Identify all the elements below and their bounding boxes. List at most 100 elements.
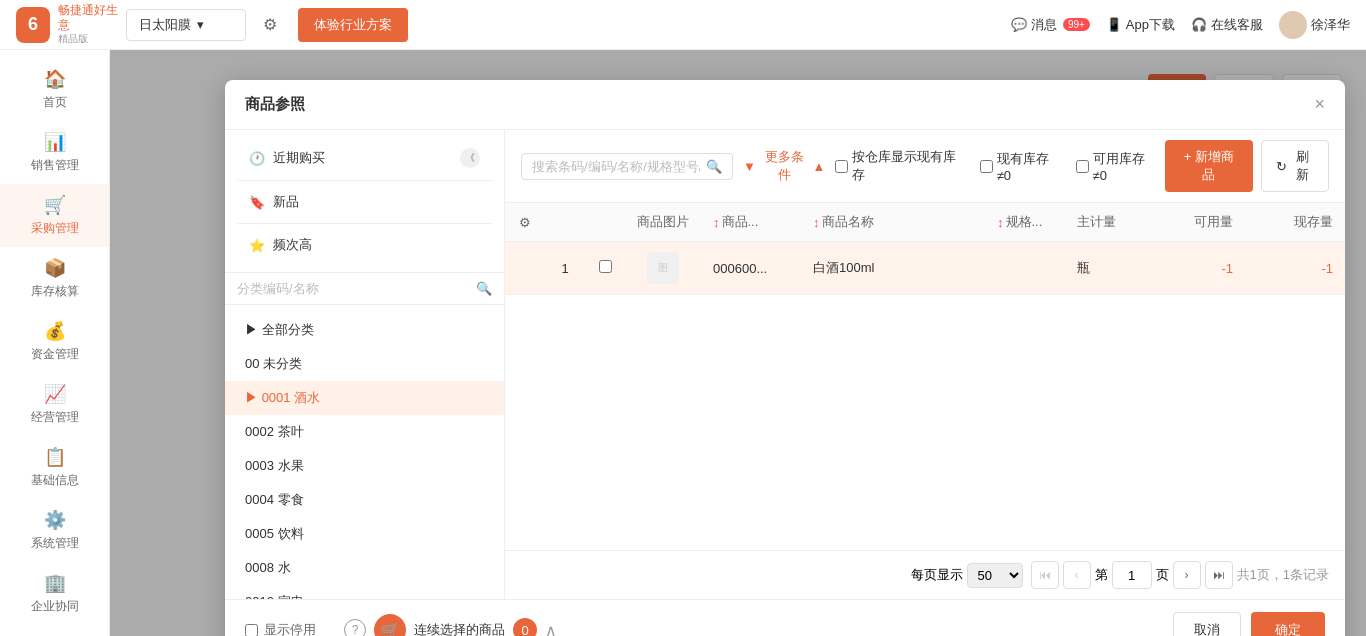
table-row[interactable]: 1 图 000600... 白酒100ml 瓶 -1 -1 — [505, 242, 1345, 295]
sidebar-item-sales[interactable]: 📊 销售管理 — [0, 121, 109, 184]
refresh-product-btn[interactable]: ↻ 刷新 — [1261, 140, 1329, 192]
online-service-btn[interactable]: 🎧 在线客服 — [1191, 16, 1263, 34]
category-search-icon[interactable]: 🔍 — [476, 281, 492, 296]
product-toolbar: 🔍 ▼ 更多条件 ▲ 按仓库显示现有库存 — [505, 130, 1345, 203]
category-item-0002[interactable]: 0002 茶叶 — [225, 415, 504, 449]
modal-footer: 显示停用 ? 🛒 连续选择的商品 0 ∧ 取消 确定 — [225, 599, 1345, 636]
user-avatar[interactable]: 徐泽华 — [1279, 11, 1350, 39]
operations-icon: 📈 — [44, 383, 66, 405]
product-search-icon[interactable]: 🔍 — [706, 159, 722, 174]
col-img-header: 商品图片 — [625, 203, 701, 242]
last-page-btn[interactable]: ⏭ — [1205, 561, 1233, 589]
quick-nav-new[interactable]: 🔖 新品 — [237, 185, 492, 219]
sidebar-item-home[interactable]: 🏠 首页 — [0, 58, 109, 121]
page-size-dropdown[interactable]: 50 100 200 — [967, 563, 1023, 588]
checkbox-avail-neq0-input[interactable] — [1076, 160, 1089, 173]
row-num: 1 — [545, 242, 585, 295]
col-unit-header: 主计量 — [1065, 203, 1145, 242]
footer-left: 显示停用 ? 🛒 连续选择的商品 0 ∧ — [245, 614, 557, 636]
category-item-0008[interactable]: 0008 水 — [225, 551, 504, 585]
checkbox-by-warehouse[interactable]: 按仓库显示现有库存 — [835, 148, 963, 184]
row-code: 000600... — [701, 242, 801, 295]
checkbox-by-warehouse-input[interactable] — [835, 160, 848, 173]
sidebar-item-enterprise[interactable]: 🏢 企业协同 — [0, 562, 109, 625]
col-num-header — [545, 203, 585, 242]
footer-cart: ? 🛒 连续选择的商品 0 ∧ — [344, 614, 557, 636]
col-settings-header[interactable]: ⚙ — [505, 203, 545, 242]
logo-icon: 6 — [16, 7, 50, 43]
col-stock-header: 现存量 — [1245, 203, 1345, 242]
first-page-btn[interactable]: ⏮ — [1031, 561, 1059, 589]
toolbar-right: + 新增商品 ↻ 刷新 — [1165, 140, 1329, 192]
checkbox-stock-neq0-input[interactable] — [980, 160, 993, 173]
confirm-btn[interactable]: 确定 — [1251, 612, 1325, 636]
cancel-btn[interactable]: 取消 — [1173, 612, 1241, 636]
prev-page-btn[interactable]: ‹ — [1063, 561, 1091, 589]
category-item-0004[interactable]: 0004 零食 — [225, 483, 504, 517]
col-code-header[interactable]: ↕ 商品... — [701, 203, 801, 242]
phone-icon: 📱 — [1106, 17, 1122, 32]
settings-icon[interactable]: ⚙ — [254, 9, 286, 41]
category-item-0005[interactable]: 0005 饮料 — [225, 517, 504, 551]
help-icon[interactable]: ? — [344, 619, 366, 636]
company-dropdown[interactable]: 日太阳膜 ▾ — [126, 9, 246, 41]
sidebar-item-inventory[interactable]: 📦 库存核算 — [0, 247, 109, 310]
headset-icon: 🎧 — [1191, 17, 1207, 32]
page-number-input[interactable] — [1112, 561, 1152, 589]
row-available: -1 — [1145, 242, 1245, 295]
page-info: 共1页，1条记录 — [1237, 566, 1329, 584]
sidebar-item-guide[interactable]: 🎯 新手引导 — [0, 625, 109, 636]
sidebar: 🏠 首页 📊 销售管理 🛒 采购管理 📦 库存核算 💰 资金管理 📈 经营管理 … — [0, 50, 110, 636]
category-item-0010[interactable]: 0010 家电 — [225, 585, 504, 599]
page-nav: ⏮ ‹ 第 页 › ⏭ 共1页，1条记录 — [1031, 561, 1329, 589]
right-panel: 🔍 ▼ 更多条件 ▲ 按仓库显示现有库存 — [505, 130, 1345, 599]
sidebar-item-operations[interactable]: 📈 经营管理 — [0, 373, 109, 436]
row-checkbox[interactable] — [585, 242, 625, 295]
category-item-00[interactable]: 00 未分类 — [225, 347, 504, 381]
refresh-icon: ↻ — [1276, 159, 1287, 174]
category-item-all[interactable]: ▶ 全部分类 — [225, 313, 504, 347]
nav-right: 💬 消息 99+ 📱 App下载 🎧 在线客服 徐泽华 — [1011, 11, 1350, 39]
modal-body: 🕐 近期购买 《 🔖 新品 — [225, 130, 1345, 599]
messages-badge: 99+ — [1063, 18, 1090, 31]
app-download-btn[interactable]: 📱 App下载 — [1106, 16, 1175, 34]
messages-btn[interactable]: 💬 消息 99+ — [1011, 16, 1090, 34]
pagination: 每页显示 50 100 200 ⏮ ‹ 第 — [505, 550, 1345, 599]
add-product-btn[interactable]: + 新增商品 — [1165, 140, 1252, 192]
row-unit: 瓶 — [1065, 242, 1145, 295]
cart-icon[interactable]: 🛒 — [374, 614, 406, 636]
sidebar-item-finance[interactable]: 💰 资金管理 — [0, 310, 109, 373]
recent-icon: 🕐 — [249, 151, 265, 166]
col-name-header[interactable]: ↕ 商品名称 — [801, 203, 985, 242]
next-page-btn[interactable]: › — [1173, 561, 1201, 589]
procurement-icon: 🛒 — [44, 194, 66, 216]
row-stock: -1 — [1245, 242, 1345, 295]
home-icon: 🏠 — [44, 68, 66, 90]
checkbox-stock-neq0[interactable]: 现有库存≠0 — [980, 150, 1060, 183]
category-item-0001[interactable]: ▶ 0001 酒水 — [225, 381, 504, 415]
chevron-down-icon: ▾ — [197, 17, 204, 32]
sidebar-item-procurement[interactable]: 🛒 采购管理 — [0, 184, 109, 247]
category-search-box: 🔍 — [225, 273, 504, 305]
quick-nav-frequent[interactable]: ⭐ 频次高 — [237, 228, 492, 262]
show-disabled-checkbox[interactable]: 显示停用 — [245, 621, 316, 636]
collapse-btn[interactable]: 《 — [460, 148, 480, 168]
modal-close-btn[interactable]: × — [1314, 94, 1325, 115]
trial-btn[interactable]: 体验行业方案 — [298, 8, 408, 42]
col-spec-header[interactable]: ↕ 规格... — [985, 203, 1065, 242]
show-disabled-input[interactable] — [245, 624, 258, 637]
sidebar-item-system[interactable]: ⚙️ 系统管理 — [0, 499, 109, 562]
category-list: ▶ 全部分类 00 未分类 ▶ 0001 酒水 0002 茶叶 0003 水果 … — [225, 305, 504, 599]
modal-header: 商品参照 × — [225, 80, 1345, 130]
footer-collapse-btn[interactable]: ∧ — [545, 621, 557, 637]
sidebar-item-basic[interactable]: 📋 基础信息 — [0, 436, 109, 499]
filter-btn[interactable]: ▼ 更多条件 ▲ — [743, 148, 825, 184]
modal-title: 商品参照 — [245, 95, 305, 114]
product-search-input[interactable] — [532, 159, 700, 174]
modal-overlay: 商品参照 × 🕐 近期购买 《 — [110, 50, 1366, 636]
category-item-0003[interactable]: 0003 水果 — [225, 449, 504, 483]
quick-nav-recent[interactable]: 🕐 近期购买 《 — [237, 140, 492, 176]
checkbox-avail-neq0[interactable]: 可用库存≠0 — [1076, 150, 1156, 183]
category-search-input[interactable] — [237, 281, 470, 296]
main-layout: 🏠 首页 📊 销售管理 🛒 采购管理 📦 库存核算 💰 资金管理 📈 经营管理 … — [0, 50, 1366, 636]
